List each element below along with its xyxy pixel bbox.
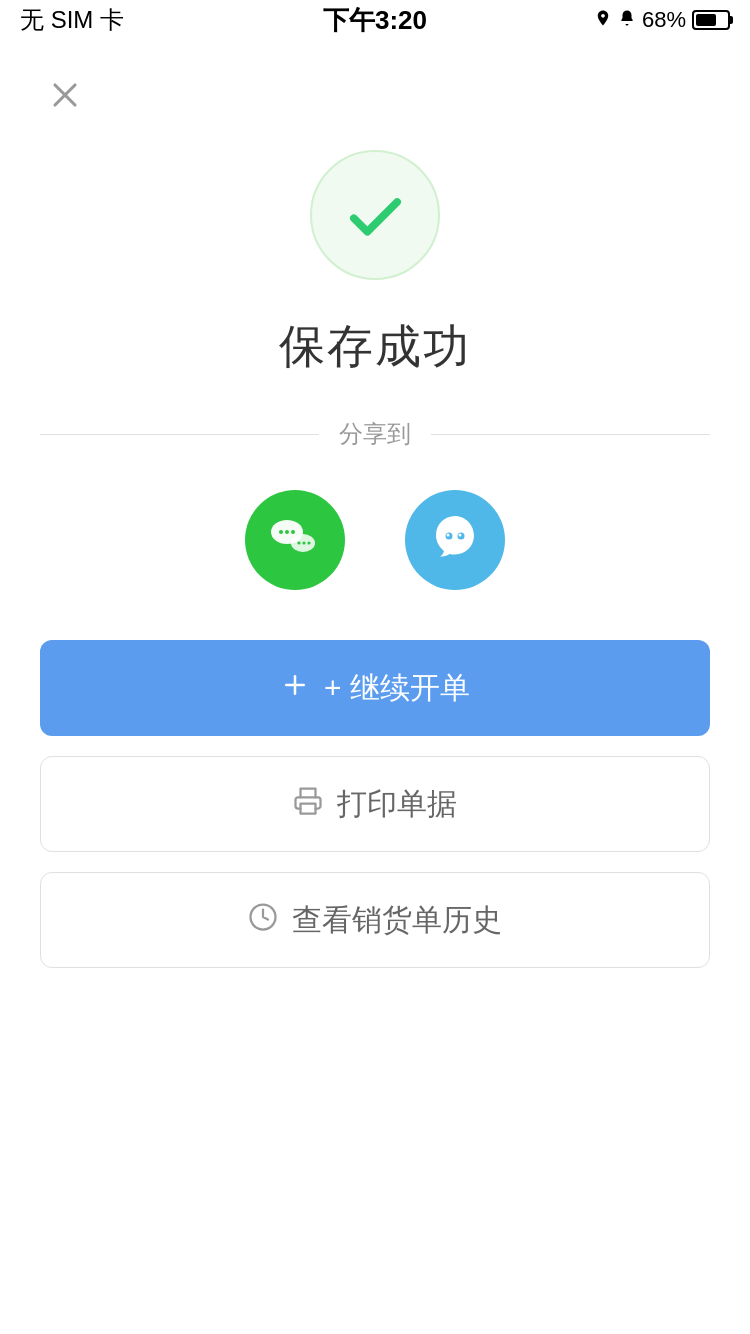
svg-rect-17: [301, 803, 316, 813]
qq-share-button[interactable]: [405, 490, 505, 590]
history-label: 查看销货单历史: [292, 900, 502, 941]
success-circle: [310, 150, 440, 280]
svg-point-8: [297, 541, 300, 544]
qq-icon: [425, 510, 485, 570]
svg-point-4: [279, 530, 283, 534]
share-section: 分享到: [40, 418, 710, 590]
share-divider: 分享到: [40, 418, 710, 450]
main-content: 保存成功 分享到: [0, 40, 750, 1008]
success-title: 保存成功: [279, 316, 471, 378]
success-section: 保存成功: [40, 150, 710, 378]
svg-point-6: [291, 530, 295, 534]
status-left: 无 SIM 卡: [20, 4, 132, 36]
print-button[interactable]: 打印单据: [40, 756, 710, 852]
wechat-share-button[interactable]: [245, 490, 345, 590]
history-button[interactable]: 查看销货单历史: [40, 872, 710, 968]
status-right: 68%: [594, 7, 730, 33]
battery-icon: [692, 10, 730, 30]
alarm-icon: [618, 7, 636, 33]
share-label: 分享到: [339, 418, 411, 450]
history-icon: [248, 902, 278, 939]
status-bar: 无 SIM 卡 下午3:20 68%: [0, 0, 750, 40]
action-buttons: + 继续开单 打印单据 查看销货单历史: [40, 640, 710, 968]
share-icons: [40, 490, 710, 590]
print-label: 打印单据: [337, 784, 457, 825]
continue-button[interactable]: + 继续开单: [40, 640, 710, 736]
svg-point-10: [307, 541, 310, 544]
wechat-icon: [265, 510, 325, 570]
battery-percent: 68%: [642, 7, 686, 33]
close-button[interactable]: [40, 70, 90, 120]
no-sim-label: 无 SIM 卡: [20, 4, 124, 36]
continue-label: + 继续开单: [324, 668, 470, 709]
location-icon: [594, 7, 612, 33]
svg-point-13: [447, 534, 450, 537]
svg-point-14: [459, 534, 462, 537]
plus-icon: [280, 670, 310, 707]
svg-point-5: [285, 530, 289, 534]
status-time: 下午3:20: [323, 3, 427, 38]
svg-point-9: [302, 541, 305, 544]
print-icon: [293, 786, 323, 823]
checkmark-icon: [343, 183, 408, 248]
